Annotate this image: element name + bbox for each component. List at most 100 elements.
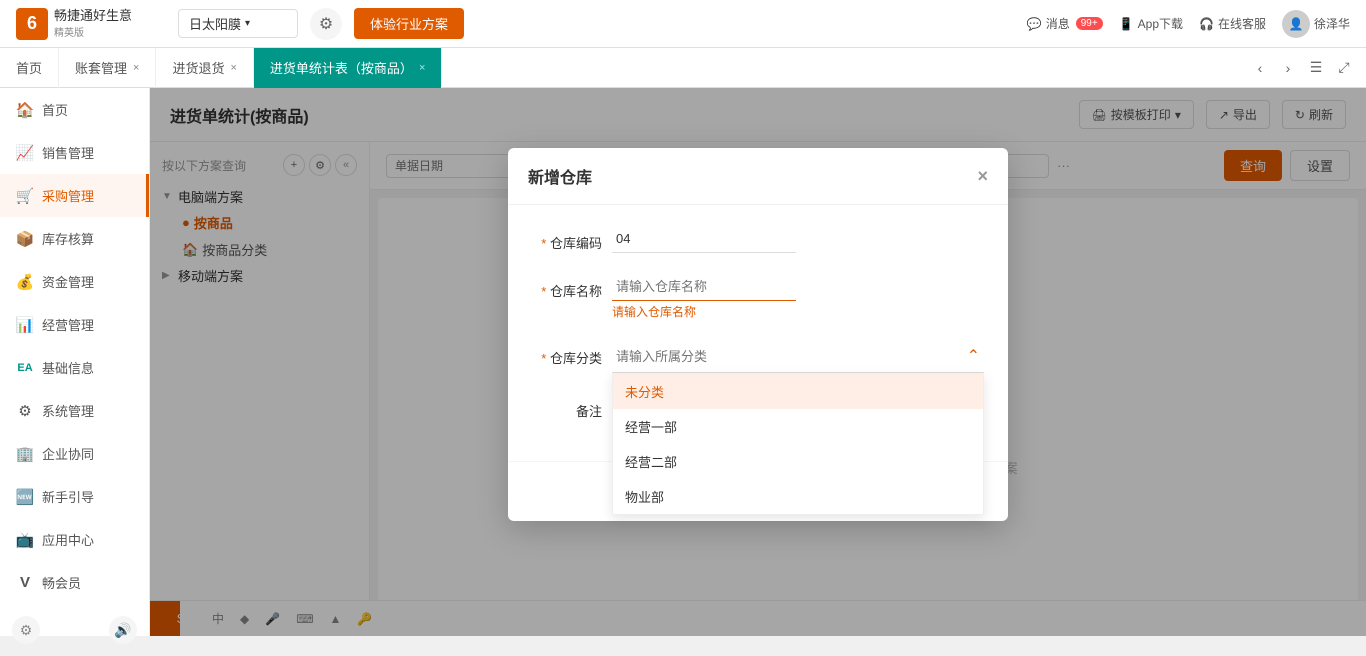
category-option-property[interactable]: 物业部: [613, 479, 983, 514]
sidebar-label-newbie: 新手引导: [42, 487, 94, 506]
message-button[interactable]: 💬 消息 99+: [1027, 15, 1103, 32]
new-warehouse-dialog: 新增仓库 × * 仓库编码: [508, 148, 1008, 521]
tab-purchase-stat-label: 进货单统计表（按商品）: [270, 58, 413, 77]
dialog-overlay: 新增仓库 × * 仓库编码: [150, 88, 1366, 636]
category-option-uncategorized[interactable]: 未分类: [613, 374, 983, 409]
close-icon[interactable]: ×: [133, 62, 139, 74]
name-input-wrap: 请输入仓库名称: [612, 273, 796, 320]
note-label: 备注: [532, 393, 612, 420]
close-icon[interactable]: ×: [419, 62, 425, 74]
trial-button[interactable]: 体验行业方案: [354, 8, 464, 39]
sidebar-label-enterprise: 企业协同: [42, 444, 94, 463]
category-label: * 仓库分类: [532, 340, 612, 367]
apps-icon: 📺: [16, 531, 34, 549]
sidebar-item-newbie[interactable]: 🆕 新手引导: [0, 475, 149, 518]
settings-button[interactable]: ⚙: [310, 8, 342, 40]
dialog-close-button[interactable]: ×: [977, 166, 988, 187]
sidebar-label-home: 首页: [42, 100, 68, 119]
category-option-dept2[interactable]: 经营二部: [613, 444, 983, 479]
name-label: * 仓库名称: [532, 273, 612, 300]
app-logo: 6: [16, 8, 48, 40]
sidebar-item-basic[interactable]: EA 基础信息: [0, 346, 149, 389]
sidebar-label-finance: 资金管理: [42, 272, 94, 291]
sidebar-item-finance[interactable]: 💰 资金管理: [0, 260, 149, 303]
tab-purchase-stat[interactable]: 进货单统计表（按商品） ×: [254, 48, 442, 88]
dialog-body: * 仓库编码 * 仓库名称: [508, 205, 1008, 461]
warehouse-code-input[interactable]: [612, 225, 796, 253]
category-option-dept1[interactable]: 经营一部: [613, 409, 983, 444]
sidebar-item-system[interactable]: ⚙ 系统管理: [0, 389, 149, 432]
category-wrap: ⌃ 未分类 经营一部 经营二部 物业部: [612, 340, 984, 373]
tab-prev-button[interactable]: ‹: [1246, 54, 1274, 82]
dialog-header: 新增仓库 ×: [508, 148, 1008, 205]
system-icon: ⚙: [16, 402, 34, 420]
sidebar-label-vip: 畅会员: [42, 573, 81, 592]
tab-next-button[interactable]: ›: [1274, 54, 1302, 82]
sidebar-label-sales: 销售管理: [42, 143, 94, 162]
header-right: 💬 消息 99+ 📱 App下载 🎧 在线客服 👤 徐泽华: [1027, 10, 1350, 38]
avatar: 👤: [1282, 10, 1310, 38]
tab-bar: 首页 账套管理 × 进货退货 × 进货单统计表（按商品） × ‹ › ☰ ⤢: [0, 48, 1366, 88]
category-toggle-button[interactable]: ⌃: [967, 346, 980, 366]
vip-icon: V: [16, 574, 34, 592]
tab-purchase-return[interactable]: 进货退货 ×: [156, 48, 253, 88]
tab-menu-button[interactable]: ☰: [1302, 54, 1330, 82]
category-input-row: ⌃: [612, 340, 984, 373]
dialog-title: 新增仓库: [528, 164, 592, 188]
sidebar-label-operation: 经营管理: [42, 315, 94, 334]
sidebar-label-purchase: 采购管理: [42, 186, 94, 205]
sidebar-audio-button[interactable]: 🔊: [109, 616, 137, 644]
sidebar-item-operation[interactable]: 📊 经营管理: [0, 303, 149, 346]
sidebar-item-home[interactable]: 🏠 首页: [0, 88, 149, 131]
finance-icon: 💰: [16, 273, 34, 291]
category-search-input[interactable]: [616, 349, 967, 364]
brand-name: 畅捷通好生意: [54, 8, 132, 25]
name-error-msg: 请输入仓库名称: [612, 303, 796, 320]
form-row-category: * 仓库分类 ⌃ 未分类 经营一部 经营二部: [532, 340, 984, 373]
store-name: 日太阳膜: [189, 14, 241, 33]
message-badge: 99+: [1076, 17, 1103, 30]
code-input-wrap: [612, 225, 984, 253]
enterprise-icon: 🏢: [16, 445, 34, 463]
chevron-down-icon: ▾: [245, 18, 250, 29]
sidebar-item-sales[interactable]: 📈 销售管理: [0, 131, 149, 174]
sidebar-label-inventory: 库存核算: [42, 229, 94, 248]
content-area: 进货单统计(按商品) 🖨 按模板打印 ▾ ↗ 导出 ↻ 刷新: [150, 88, 1366, 636]
sidebar-item-inventory[interactable]: 📦 库存核算: [0, 217, 149, 260]
operation-icon: 📊: [16, 316, 34, 334]
sidebar-item-vip[interactable]: V 畅会员: [0, 561, 149, 604]
sidebar-settings-button[interactable]: ⚙: [12, 616, 40, 644]
logo-area: 6 畅捷通好生意 精英版: [16, 8, 166, 40]
code-label: * 仓库编码: [532, 225, 612, 252]
sidebar-item-purchase[interactable]: 🛒 采购管理: [0, 174, 149, 217]
tab-controls: ‹ › ☰ ⤢: [1238, 54, 1366, 82]
app-download-button[interactable]: 📱 App下载: [1119, 15, 1183, 32]
close-icon[interactable]: ×: [230, 62, 236, 74]
username: 徐泽华: [1314, 15, 1350, 32]
gear-icon: ⚙: [319, 14, 333, 34]
main-layout: 🏠 首页 📈 销售管理 🛒 采购管理 📦 库存核算 💰 资金管理 📊 经营管理 …: [0, 88, 1366, 636]
tab-accounts[interactable]: 账套管理 ×: [59, 48, 156, 88]
warehouse-name-input[interactable]: [612, 273, 796, 301]
tab-purchase-return-label: 进货退货: [172, 58, 224, 77]
tab-fullscreen-button[interactable]: ⤢: [1330, 54, 1358, 82]
phone-icon: 📱: [1119, 17, 1134, 31]
sidebar-label-basic: 基础信息: [42, 358, 94, 377]
sidebar-bottom: ⚙ 🔊: [0, 604, 149, 656]
form-row-code: * 仓库编码: [532, 225, 984, 253]
sidebar-label-system: 系统管理: [42, 401, 94, 420]
purchase-icon: 🛒: [16, 187, 34, 205]
tab-home[interactable]: 首页: [0, 48, 59, 88]
message-label: 消息: [1046, 15, 1070, 32]
message-icon: 💬: [1027, 17, 1042, 31]
top-header: 6 畅捷通好生意 精英版 日太阳膜 ▾ ⚙ 体验行业方案 💬 消息 99+ 📱 …: [0, 0, 1366, 48]
store-selector[interactable]: 日太阳膜 ▾: [178, 9, 298, 38]
tab-home-label: 首页: [16, 58, 42, 77]
user-icon: 👤: [1289, 17, 1304, 31]
sidebar-item-enterprise[interactable]: 🏢 企业协同: [0, 432, 149, 475]
sidebar-label-apps: 应用中心: [42, 530, 94, 549]
user-avatar[interactable]: 👤 徐泽华: [1282, 10, 1350, 38]
online-service-button[interactable]: 🎧 在线客服: [1199, 15, 1266, 32]
sidebar-item-apps[interactable]: 📺 应用中心: [0, 518, 149, 561]
category-dropdown: 未分类 经营一部 经营二部 物业部: [612, 373, 984, 515]
